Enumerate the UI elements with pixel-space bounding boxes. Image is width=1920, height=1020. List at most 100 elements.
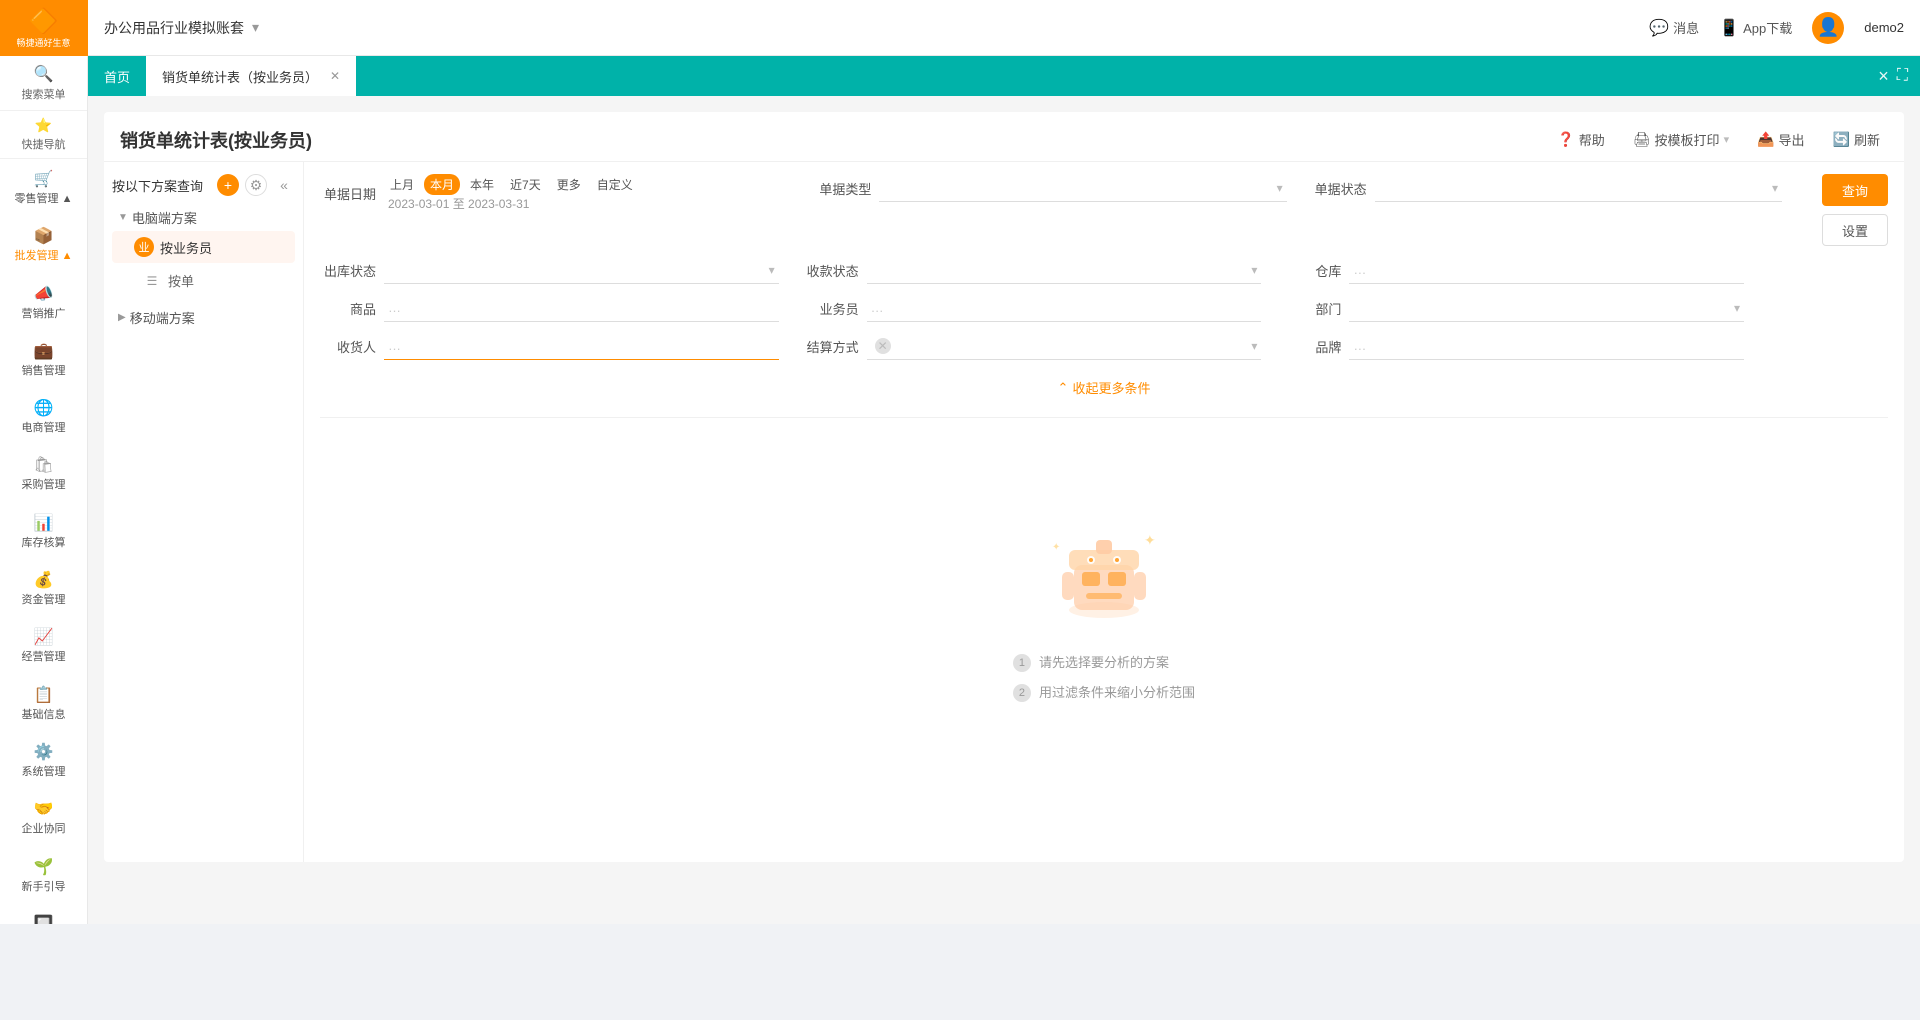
date-this-month-btn[interactable]: 本月	[424, 174, 460, 195]
sidebar-item-operations[interactable]: 📈 经营管理	[0, 617, 87, 674]
print-icon: 🖨	[1633, 131, 1651, 148]
search-menu-btn[interactable]: 🔍 搜索菜单	[0, 56, 87, 111]
menu-label-basic: 基础信息	[22, 708, 66, 722]
empty-step-2: 2 用过滤条件来缩小分析范围	[1013, 680, 1195, 706]
filter-salesperson: 业务员 …	[803, 294, 1262, 322]
export-label: 导出	[1779, 130, 1805, 149]
salesperson-placeholder: …	[871, 300, 1258, 315]
menu-label-wholesale: 批发管理 ▲	[15, 249, 73, 263]
warehouse-placeholder: …	[1353, 262, 1740, 277]
doc-status-control[interactable]: ▾	[1375, 174, 1782, 202]
sidebar-item-purchase[interactable]: 🛍 采购管理	[0, 445, 87, 502]
collapse-filters-btn[interactable]: ⌃ 收起更多条件	[320, 370, 1888, 405]
search-icon: 🔍	[34, 64, 54, 84]
svg-text:✦: ✦	[1144, 532, 1156, 548]
warehouse-control[interactable]: …	[1349, 256, 1744, 284]
salesperson-control[interactable]: …	[867, 294, 1262, 322]
pc-group-arrow: ▼	[118, 212, 128, 223]
print-btn[interactable]: 🖨 按模板打印 ▾	[1625, 126, 1737, 153]
brand-control[interactable]: …	[1349, 332, 1744, 360]
sidebar-item-guide[interactable]: 🌱 新手引导	[0, 847, 87, 904]
workspace-dropdown[interactable]: ▾	[252, 19, 259, 36]
sidebar-item-finance[interactable]: 💰 资金管理	[0, 560, 87, 617]
sidebar-item-ecommerce[interactable]: 🌐 电商管理	[0, 388, 87, 445]
settlement-clear-icon[interactable]: ✕	[875, 338, 891, 354]
date-7days-btn[interactable]: 近7天	[504, 174, 547, 195]
settlement-control[interactable]: ✕ ▾	[867, 332, 1262, 360]
recipient-control[interactable]: …	[384, 332, 779, 360]
date-last-month-btn[interactable]: 上月	[384, 174, 420, 195]
export-btn[interactable]: 📤 导出	[1749, 126, 1812, 153]
step-1-text: 请先选择要分析的方案	[1039, 650, 1169, 676]
mobile-group-header[interactable]: ▶ 移动端方案	[112, 304, 295, 331]
sidebar-item-apps[interactable]: 🔲 应用中心	[0, 904, 87, 924]
sidebar-logo[interactable]: 🔶 畅捷通好生意	[0, 0, 88, 56]
sidebar-item-basic[interactable]: 📋 基础信息	[0, 675, 87, 732]
sidebar-item-retail[interactable]: 🛒 零售管理 ▲	[0, 159, 87, 216]
filter-ship-status: 出库状态 ▾	[320, 256, 779, 284]
date-this-year-btn[interactable]: 本年	[464, 174, 500, 195]
date-filter-btns: 上月 本月 本年 近7天 更多 自定义	[384, 174, 791, 195]
ship-status-control[interactable]: ▾	[384, 256, 779, 284]
sidebar-item-marketing[interactable]: 📣 营销推广	[0, 274, 87, 331]
query-btn[interactable]: 查询	[1822, 174, 1888, 206]
setting-btn[interactable]: 设置	[1822, 214, 1888, 246]
tab-close-window-btn[interactable]: ×	[1878, 66, 1889, 87]
scheme-salesperson-icon: 业	[134, 237, 154, 257]
collect-status-control[interactable]: ▾	[867, 256, 1262, 284]
tab-salesperson-report[interactable]: 销货单统计表（按业务员） ✕	[146, 56, 356, 96]
username[interactable]: demo2	[1864, 20, 1904, 35]
avatar[interactable]: 👤	[1812, 12, 1844, 44]
tab-active-label: 销货单统计表（按业务员）	[162, 67, 318, 86]
menu-icon-wholesale: 📦	[34, 226, 54, 246]
message-btn[interactable]: 💬 消息	[1649, 18, 1699, 38]
menu-label-system: 系统管理	[22, 765, 66, 779]
menu-icon-ecommerce: 🌐	[34, 398, 54, 418]
add-scheme-btn[interactable]: +	[217, 174, 239, 196]
workspace-title: 办公用品行业模拟账套	[104, 18, 244, 38]
sidebar-item-enterprise[interactable]: 🤝 企业协同	[0, 789, 87, 846]
menu-label-marketing: 营销推广	[22, 307, 66, 321]
doc-type-control[interactable]: ▾	[879, 174, 1286, 202]
doc-type-label: 单据类型	[815, 179, 871, 198]
refresh-btn[interactable]: 🔄 刷新	[1825, 126, 1888, 153]
pc-group-title: 电脑端方案	[132, 208, 197, 227]
scheme-salesperson[interactable]: 业 按业务员	[112, 231, 295, 263]
step-num-1: 1	[1013, 654, 1031, 672]
date-more-btn[interactable]: 更多	[551, 174, 587, 195]
topbar-left: 办公用品行业模拟账套 ▾	[104, 18, 259, 38]
filter-brand: 品牌 …	[1285, 332, 1744, 360]
date-custom-btn[interactable]: 自定义	[591, 174, 639, 195]
menu-label-operations: 经营管理	[22, 650, 66, 664]
sidebar-item-wholesale[interactable]: 📦 批发管理 ▲	[0, 216, 87, 273]
quick-nav-btn[interactable]: ⭐ 快捷导航	[0, 111, 87, 159]
menu-label-ecommerce: 电商管理	[22, 421, 66, 435]
pc-scheme-group: ▼ 电脑端方案 业 按业务员 ☰ 按单	[112, 204, 295, 296]
query-btn-group: 查询 设置	[1822, 174, 1888, 246]
empty-steps: 1 请先选择要分析的方案 2 用过滤条件来缩小分析范围	[1013, 650, 1195, 710]
scheme-order[interactable]: ☰ 按单	[112, 265, 295, 296]
empty-state: ✦ ✦ 1 请先选择要分析的方案 2 用过滤条件来缩小分析范围	[320, 430, 1888, 790]
app-download-btn[interactable]: 📱 App下载	[1719, 18, 1792, 38]
tab-home[interactable]: 首页	[88, 56, 146, 96]
mobile-group-title: 移动端方案	[130, 308, 195, 327]
tab-maximize-btn[interactable]: ⛶	[1897, 67, 1908, 85]
menu-icon-sales: 💼	[34, 341, 54, 361]
collapse-panel-btn[interactable]: «	[273, 174, 295, 196]
goods-control[interactable]: …	[384, 294, 779, 322]
edit-scheme-btn[interactable]: ⚙	[245, 174, 267, 196]
print-dropdown-icon: ▾	[1724, 133, 1730, 146]
goods-placeholder: …	[388, 300, 775, 315]
scheme-order-icon-label: ☰	[142, 274, 162, 288]
dept-control[interactable]: ▾	[1349, 294, 1744, 322]
sidebar-item-sales[interactable]: 💼 销售管理	[0, 331, 87, 388]
sidebar-item-inventory[interactable]: 📊 库存核算	[0, 503, 87, 560]
sidebar-item-system[interactable]: ⚙️ 系统管理	[0, 732, 87, 789]
menu-icon-inventory: 📊	[34, 513, 54, 533]
search-label: 搜索菜单	[22, 86, 66, 102]
help-btn[interactable]: ❓ 帮助	[1549, 126, 1612, 153]
tab-close-icon[interactable]: ✕	[330, 69, 340, 83]
pc-group-header[interactable]: ▼ 电脑端方案	[112, 204, 295, 231]
empty-step-1: 1 请先选择要分析的方案	[1013, 650, 1195, 676]
scheme-salesperson-label: 按业务员	[160, 238, 212, 257]
